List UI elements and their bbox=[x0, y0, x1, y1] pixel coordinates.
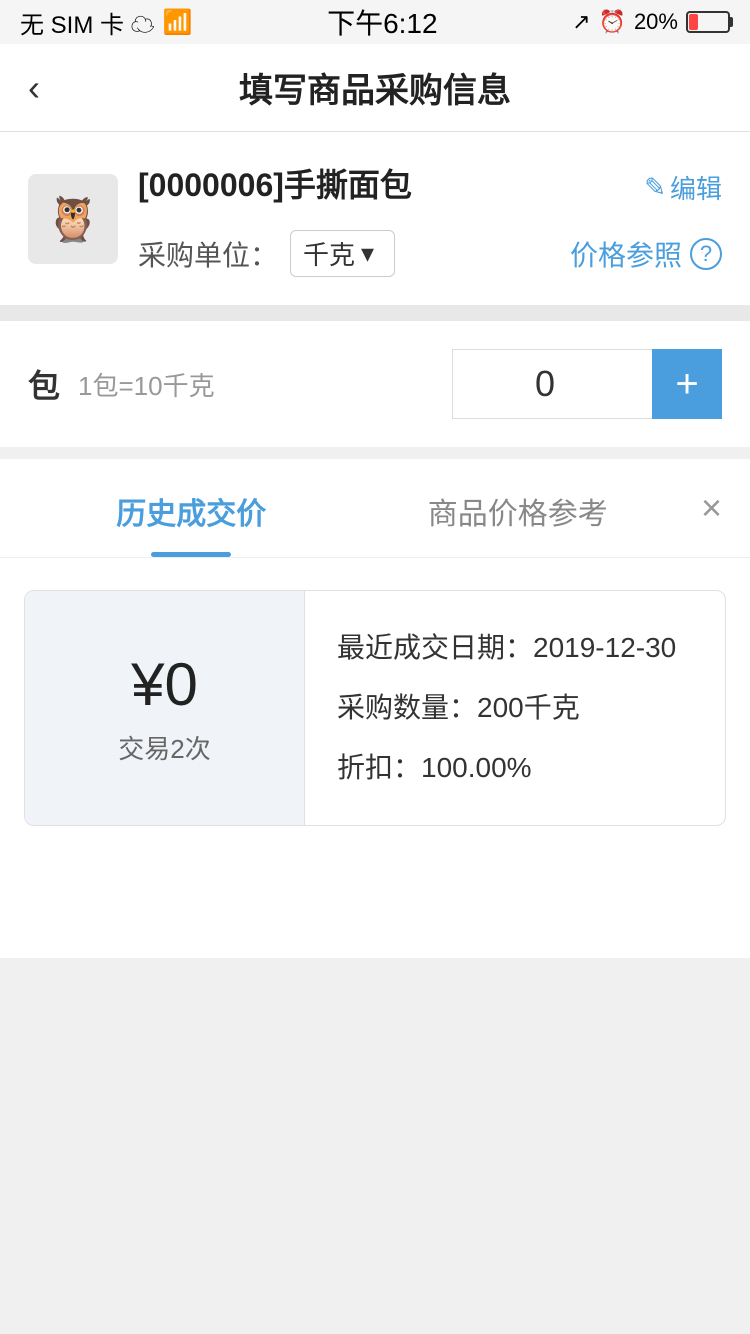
purchase-unit: 采购单位： 千克 ▾ bbox=[138, 230, 395, 277]
product-meta: 采购单位： 千克 ▾ 价格参照 ? bbox=[138, 230, 722, 277]
product-thumbnail: 🦉 bbox=[28, 174, 118, 264]
last-date-value: 2019-12-30 bbox=[533, 632, 676, 663]
unit-label: 包 1包=10千克 bbox=[28, 361, 215, 407]
price-card: ¥0 交易2次 最近成交日期：2019-12-30 采购数量：200千克 折扣：… bbox=[24, 590, 726, 826]
alarm-icon: ⏰ bbox=[599, 9, 626, 35]
unit-select-dropdown[interactable]: 千克 ▾ bbox=[290, 230, 395, 277]
unit-conversion: 1包=10千克 bbox=[78, 366, 215, 403]
product-row: 🦉 [0000006]手撕面包 ✎ 编辑 采购单位： 千克 ▾ bbox=[28, 160, 722, 277]
tab-price-reference[interactable]: 商品价格参考 bbox=[354, 459, 680, 557]
dropdown-icon: ▾ bbox=[361, 238, 374, 269]
content-area: ¥0 交易2次 最近成交日期：2019-12-30 采购数量：200千克 折扣：… bbox=[0, 558, 750, 958]
location-icon: ↗ bbox=[572, 9, 590, 35]
quantity-input-group: + bbox=[452, 349, 722, 419]
purchase-unit-label: 采购单位： bbox=[138, 234, 278, 274]
back-button[interactable]: ‹ bbox=[28, 67, 40, 109]
edit-label: 编辑 bbox=[670, 169, 722, 206]
price-card-left: ¥0 交易2次 bbox=[25, 591, 305, 825]
status-bar-right: ↗ ⏰ 20% bbox=[572, 9, 730, 35]
price-transactions: 交易2次 bbox=[118, 729, 210, 766]
discount-row: 折扣：100.00% bbox=[337, 747, 693, 789]
product-info: [0000006]手撕面包 ✎ 编辑 采购单位： 千克 ▾ 价格参照 ? bbox=[138, 160, 722, 277]
price-ref-button[interactable]: 价格参照 ? bbox=[570, 234, 722, 274]
unit-badge: 包 bbox=[28, 361, 60, 407]
quantity-section: 包 1包=10千克 + bbox=[0, 321, 750, 447]
product-title: [0000006]手撕面包 bbox=[138, 160, 412, 206]
tabs-section: 历史成交价 商品价格参考 × bbox=[0, 459, 750, 558]
sim-status: 无 SIM 卡 ☁ bbox=[20, 5, 155, 40]
battery-percentage: 20% bbox=[634, 9, 678, 35]
purchase-quantity-row: 采购数量：200千克 bbox=[337, 687, 693, 729]
price-amount: ¥0 bbox=[131, 650, 198, 719]
gray-divider bbox=[0, 305, 750, 321]
time-display: 下午6:12 bbox=[327, 2, 438, 42]
discount-value: 100.00% bbox=[421, 752, 532, 783]
battery-indicator bbox=[686, 11, 730, 33]
nav-bar: ‹ 填写商品采购信息 bbox=[0, 44, 750, 132]
price-card-right: 最近成交日期：2019-12-30 采购数量：200千克 折扣：100.00% bbox=[305, 591, 725, 825]
product-image-placeholder: 🦉 bbox=[46, 193, 101, 245]
quantity-plus-button[interactable]: + bbox=[652, 349, 722, 419]
last-date-label: 最近成交日期： bbox=[337, 632, 533, 663]
discount-label: 折扣： bbox=[337, 752, 421, 783]
tabs-close-button[interactable]: × bbox=[681, 467, 722, 549]
tab-history-price-label: 历史成交价 bbox=[116, 498, 266, 531]
status-bar-left: 无 SIM 卡 ☁ 📶 bbox=[20, 5, 193, 40]
status-bar: 无 SIM 卡 ☁ 📶 下午6:12 ↗ ⏰ 20% bbox=[0, 0, 750, 44]
edit-button[interactable]: ✎ 编辑 bbox=[644, 169, 722, 206]
last-date-row: 最近成交日期：2019-12-30 bbox=[337, 627, 693, 669]
tab-price-reference-label: 商品价格参考 bbox=[428, 498, 608, 531]
purchase-quantity-label: 采购数量： bbox=[337, 692, 477, 723]
page-title: 填写商品采购信息 bbox=[239, 63, 511, 112]
quantity-input[interactable] bbox=[452, 349, 652, 419]
edit-icon: ✎ bbox=[644, 172, 666, 203]
wifi-icon: 📶 bbox=[163, 8, 193, 37]
product-section: 🦉 [0000006]手撕面包 ✎ 编辑 采购单位： 千克 ▾ bbox=[0, 132, 750, 305]
unit-value: 千克 bbox=[303, 235, 355, 272]
price-ref-label: 价格参照 bbox=[570, 234, 682, 274]
purchase-quantity-value: 200千克 bbox=[477, 692, 580, 723]
question-icon: ? bbox=[690, 238, 722, 270]
tab-history-price[interactable]: 历史成交价 bbox=[28, 459, 354, 557]
